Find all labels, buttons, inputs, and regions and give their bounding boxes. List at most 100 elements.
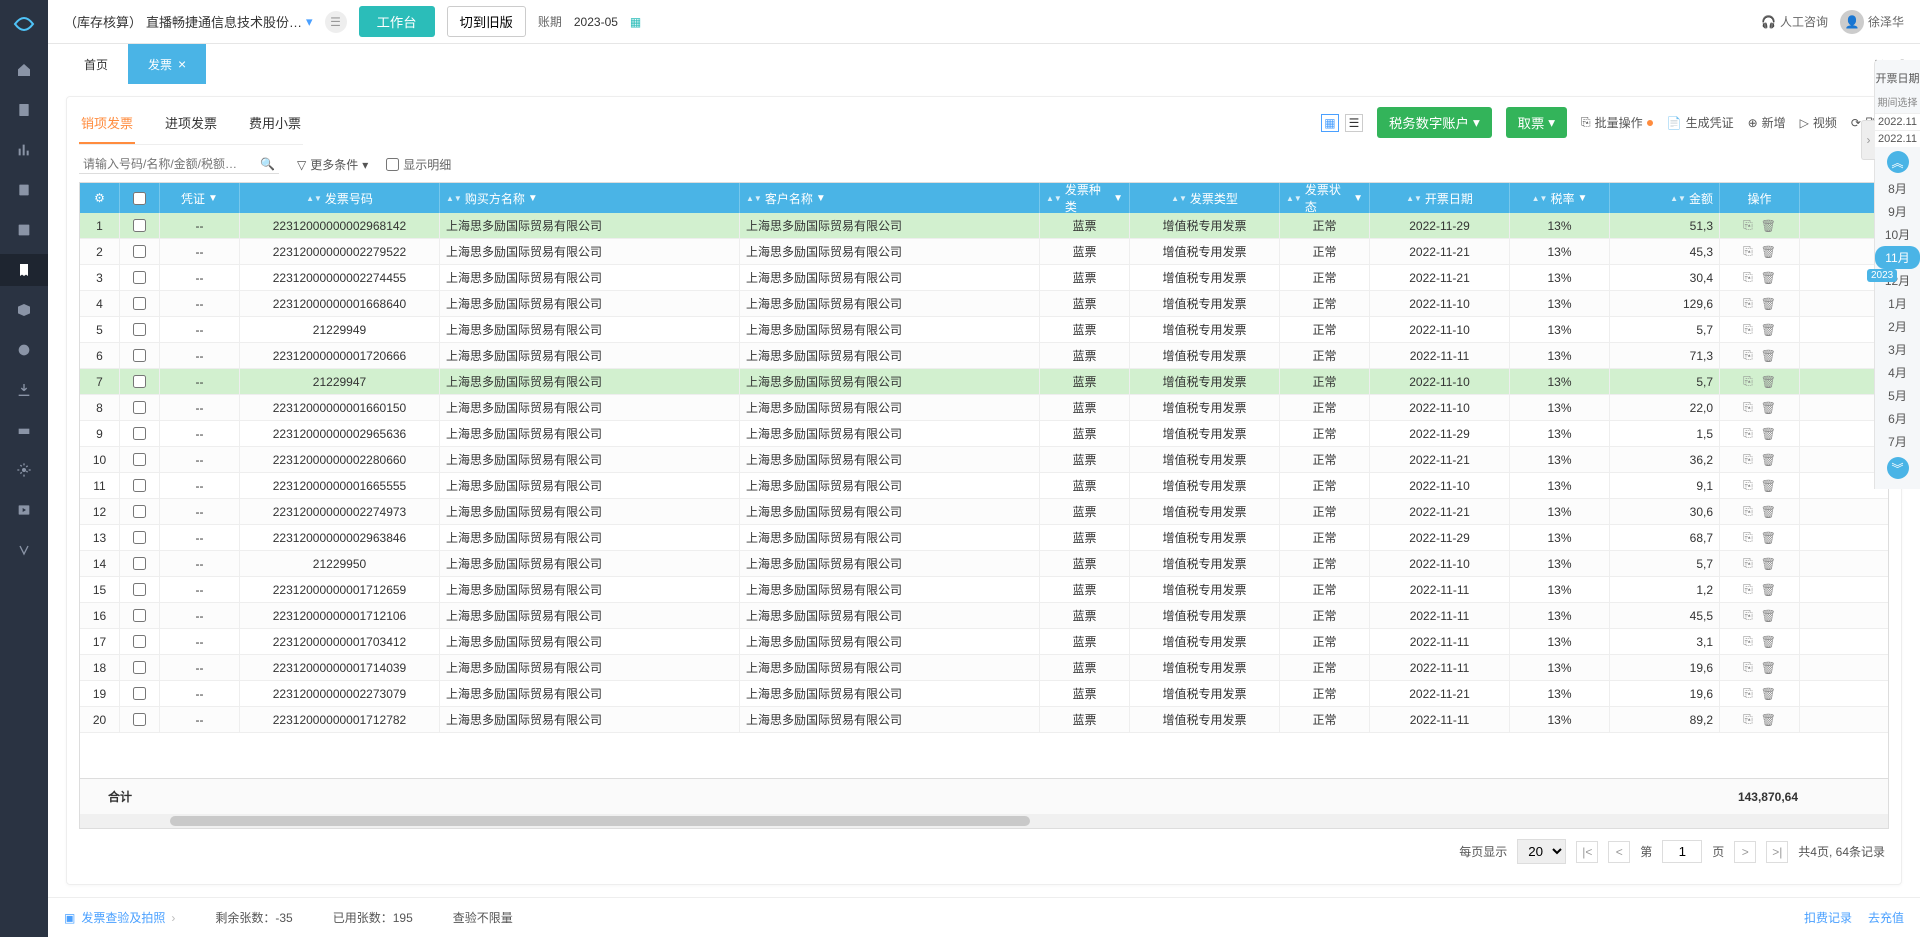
month-option[interactable]: 4月: [1875, 361, 1920, 384]
more-filters-button[interactable]: ▽更多条件 ▾: [297, 156, 368, 173]
cell-checkbox[interactable]: [120, 421, 160, 446]
gen-voucher-button[interactable]: 📄生成凭证: [1667, 114, 1734, 131]
th-customer[interactable]: ▲▼客户名称▼: [740, 183, 1040, 213]
cell-checkbox[interactable]: [120, 603, 160, 628]
delete-icon[interactable]: 🗑: [1761, 531, 1776, 545]
th-type[interactable]: ▲▼发票类型: [1130, 183, 1280, 213]
cell-checkbox[interactable]: [120, 551, 160, 576]
cell-checkbox[interactable]: [120, 447, 160, 472]
close-icon[interactable]: ×: [178, 56, 186, 72]
nav-invoice-icon[interactable]: [0, 254, 48, 286]
cell-checkbox[interactable]: [120, 473, 160, 498]
th-kind[interactable]: ▲▼发票种类▼: [1040, 183, 1130, 213]
batch-action-button[interactable]: ⎘批量操作: [1581, 114, 1653, 131]
cell-checkbox[interactable]: [120, 395, 160, 420]
nav-report-icon[interactable]: [0, 214, 48, 246]
cell-checkbox[interactable]: [120, 681, 160, 706]
cell-checkbox[interactable]: [120, 629, 160, 654]
month-option[interactable]: 7月: [1875, 430, 1920, 453]
cell-checkbox[interactable]: [120, 291, 160, 316]
month-option[interactable]: 10月: [1875, 223, 1920, 246]
verify-link[interactable]: ▣发票查验及拍照›: [64, 909, 175, 926]
detail-icon[interactable]: ⎘: [1743, 712, 1753, 727]
th-amount[interactable]: ▲▼金额: [1610, 183, 1720, 213]
delete-icon[interactable]: 🗑: [1761, 661, 1776, 675]
detail-icon[interactable]: ⎘: [1743, 634, 1753, 649]
tax-account-button[interactable]: 税务数字账户 ▾: [1377, 107, 1492, 138]
cell-checkbox[interactable]: [120, 369, 160, 394]
sub-tab-purchase[interactable]: 进项发票: [163, 107, 219, 144]
cell-checkbox[interactable]: [120, 343, 160, 368]
detail-icon[interactable]: ⎘: [1743, 660, 1753, 675]
month-option[interactable]: 11月: [1875, 246, 1920, 269]
detail-icon[interactable]: ⎘: [1743, 296, 1753, 311]
fetch-invoice-button[interactable]: 取票 ▾: [1506, 107, 1567, 138]
list-view-icon[interactable]: ☰: [1345, 114, 1363, 132]
delete-icon[interactable]: 🗑: [1761, 297, 1776, 311]
th-date[interactable]: ▲▼开票日期: [1370, 183, 1510, 213]
next-page-button[interactable]: >: [1734, 841, 1756, 863]
cell-checkbox[interactable]: [120, 707, 160, 732]
delete-icon[interactable]: 🗑: [1761, 453, 1776, 467]
cell-checkbox[interactable]: [120, 213, 160, 238]
detail-icon[interactable]: ⎘: [1743, 452, 1753, 467]
delete-icon[interactable]: 🗑: [1761, 427, 1776, 441]
last-page-button[interactable]: >|: [1766, 841, 1788, 863]
delete-icon[interactable]: 🗑: [1761, 323, 1776, 337]
consult-link[interactable]: 🎧人工咨询: [1761, 13, 1828, 30]
document-icon[interactable]: ☰: [325, 11, 347, 33]
video-button[interactable]: ▷视频: [1800, 114, 1837, 131]
nav-v-icon[interactable]: [0, 534, 48, 566]
cell-checkbox[interactable]: [120, 239, 160, 264]
month-option[interactable]: 2月: [1875, 315, 1920, 338]
month-down-button[interactable]: ︾: [1887, 457, 1909, 479]
recharge-link[interactable]: 去充值: [1868, 909, 1904, 926]
table-row[interactable]: 18--22312000000001714039上海思多励国际贸易有限公司上海思…: [80, 655, 1888, 681]
cell-checkbox[interactable]: [120, 499, 160, 524]
delete-icon[interactable]: 🗑: [1761, 609, 1776, 623]
nav-clipboard-icon[interactable]: [0, 174, 48, 206]
detail-icon[interactable]: ⎘: [1743, 374, 1753, 389]
th-status[interactable]: ▲▼发票状态▼: [1280, 183, 1370, 213]
month-option[interactable]: 5月: [1875, 384, 1920, 407]
table-row[interactable]: 2--22312000000002279522上海思多励国际贸易有限公司上海思多…: [80, 239, 1888, 265]
table-row[interactable]: 4--22312000000001668640上海思多励国际贸易有限公司上海思多…: [80, 291, 1888, 317]
cell-checkbox[interactable]: [120, 577, 160, 602]
detail-icon[interactable]: ⎘: [1743, 530, 1753, 545]
delete-icon[interactable]: 🗑: [1761, 713, 1776, 727]
th-checkbox[interactable]: [120, 183, 160, 213]
nav-tray-icon[interactable]: [0, 414, 48, 446]
detail-icon[interactable]: ⎘: [1743, 348, 1753, 363]
nav-download-icon[interactable]: [0, 374, 48, 406]
tab-invoice[interactable]: 发票×: [128, 44, 206, 84]
detail-icon[interactable]: ⎘: [1743, 686, 1753, 701]
table-row[interactable]: 17--22312000000001703412上海思多励国际贸易有限公司上海思…: [80, 629, 1888, 655]
month-option[interactable]: 1月: [1875, 292, 1920, 315]
delete-icon[interactable]: 🗑: [1761, 557, 1776, 571]
prev-page-button[interactable]: <: [1608, 841, 1630, 863]
nav-gear-icon[interactable]: [0, 454, 48, 486]
detail-icon[interactable]: ⎘: [1743, 478, 1753, 493]
detail-icon[interactable]: ⎘: [1743, 218, 1753, 233]
add-button[interactable]: ⊕新增: [1748, 114, 1786, 131]
detail-icon[interactable]: ⎘: [1743, 582, 1753, 597]
workbench-button[interactable]: 工作台: [359, 6, 435, 37]
cell-checkbox[interactable]: [120, 265, 160, 290]
detail-icon[interactable]: ⎘: [1743, 504, 1753, 519]
month-option[interactable]: 6月: [1875, 407, 1920, 430]
detail-icon[interactable]: ⎘: [1743, 608, 1753, 623]
table-row[interactable]: 8--22312000000001660150上海思多励国际贸易有限公司上海思多…: [80, 395, 1888, 421]
detail-icon[interactable]: ⎘: [1743, 400, 1753, 415]
first-page-button[interactable]: |<: [1576, 841, 1598, 863]
detail-icon[interactable]: ⎘: [1743, 270, 1753, 285]
table-row[interactable]: 16--22312000000001712106上海思多励国际贸易有限公司上海思…: [80, 603, 1888, 629]
company-selector[interactable]: （库存核算） 直播畅捷通信息技术股份… ▾: [64, 12, 313, 31]
calendar-icon[interactable]: ▦: [630, 15, 641, 29]
table-row[interactable]: 9--22312000000002965636上海思多励国际贸易有限公司上海思多…: [80, 421, 1888, 447]
delete-icon[interactable]: 🗑: [1761, 401, 1776, 415]
delete-icon[interactable]: 🗑: [1761, 479, 1776, 493]
table-row[interactable]: 11--22312000000001665555上海思多励国际贸易有限公司上海思…: [80, 473, 1888, 499]
table-row[interactable]: 12--22312000000002274973上海思多励国际贸易有限公司上海思…: [80, 499, 1888, 525]
delete-icon[interactable]: 🗑: [1761, 349, 1776, 363]
tab-home[interactable]: 首页: [64, 44, 128, 84]
